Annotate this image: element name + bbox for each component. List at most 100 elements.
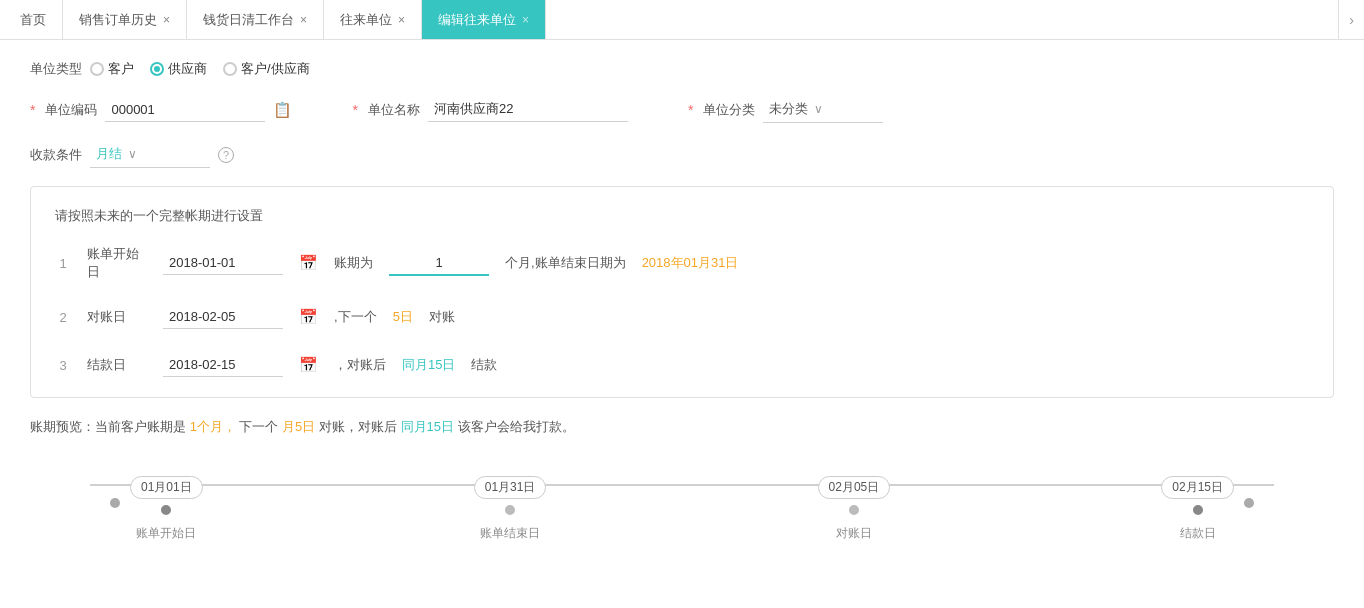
- timeline-label-1: 账单开始日: [136, 525, 196, 542]
- period-cal-icon-2[interactable]: 📅: [299, 308, 318, 326]
- timeline-node-1: 01月01日 账单开始日: [130, 476, 203, 542]
- radio-group: 客户 供应商 客户/供应商: [90, 60, 310, 78]
- unit-category-group: * 单位分类 未分类 ∨: [688, 96, 883, 123]
- period-row3-suffix: 结款: [471, 356, 497, 374]
- unit-name-star: *: [352, 102, 357, 118]
- tab-edit-partner-label: 编辑往来单位: [438, 11, 516, 29]
- unit-category-value: 未分类: [769, 100, 808, 118]
- timeline-node-3: 02月05日 对账日: [818, 476, 891, 542]
- tab-sales-history-label: 销售订单历史: [79, 11, 157, 29]
- payment-terms-label: 收款条件: [30, 146, 82, 164]
- timeline-nodes: 01月01日 账单开始日 01月31日 账单结束日 02月05日 对账日 02月…: [70, 476, 1294, 542]
- timeline-start-cap: [110, 498, 120, 508]
- radio-both-label: 客户/供应商: [241, 60, 310, 78]
- tab-cash-work[interactable]: 钱货日清工作台 ×: [187, 0, 324, 39]
- period-box: 请按照未来的一个完整帐期进行设置 1 账单开始日 📅 账期为 个月,账单结束日期…: [30, 186, 1334, 398]
- period-row-3: 3 结款日 📅 ，对账后 同月15日 结款: [55, 353, 1309, 377]
- unit-code-label: 单位编码: [45, 101, 97, 119]
- period-row-2: 2 对账日 📅 ,下一个 5日 对账: [55, 305, 1309, 329]
- unit-category-arrow: ∨: [814, 102, 823, 116]
- period-date-input-2[interactable]: [163, 305, 283, 329]
- unit-code-icon[interactable]: 📋: [273, 101, 292, 119]
- unit-type-row: 单位类型 客户 供应商 客户/供应商: [30, 60, 1334, 78]
- payment-terms-select[interactable]: 月结 ∨: [90, 141, 210, 168]
- unit-name-group: * 单位名称: [352, 98, 627, 122]
- period-num-3: 3: [55, 358, 71, 373]
- unit-type-label: 单位类型: [30, 60, 82, 78]
- period-num-2: 2: [55, 310, 71, 325]
- period-row2-highlight: 5日: [393, 308, 413, 326]
- period-row3-prefix: ，对账后: [334, 356, 386, 374]
- period-title: 请按照未来的一个完整帐期进行设置: [55, 207, 1309, 225]
- period-field-label-1: 账单开始日: [87, 245, 147, 281]
- preview-middle: 下一个: [239, 419, 278, 434]
- tab-sales-history[interactable]: 销售订单历史 ×: [63, 0, 187, 39]
- radio-customer-circle: [90, 62, 104, 76]
- preview-highlight2: 月5日: [282, 419, 315, 434]
- main-content: 单位类型 客户 供应商 客户/供应商 * 单位编码: [0, 40, 1364, 608]
- timeline-dot-1: [161, 505, 171, 515]
- period-cal-icon-1[interactable]: 📅: [299, 254, 318, 272]
- payment-terms-help-icon[interactable]: ?: [218, 147, 234, 163]
- payment-terms-value: 月结: [96, 145, 122, 163]
- unit-category-label: 单位分类: [703, 101, 755, 119]
- tab-home[interactable]: 首页: [0, 0, 63, 39]
- period-row1-prefix: 账期为: [334, 254, 373, 272]
- unit-category-select[interactable]: 未分类 ∨: [763, 96, 883, 123]
- timeline-label-4: 结款日: [1180, 525, 1216, 542]
- tab-cash-work-label: 钱货日清工作台: [203, 11, 294, 29]
- unit-name-input[interactable]: [428, 98, 628, 122]
- period-field-label-2: 对账日: [87, 308, 147, 326]
- preview-highlight3: 同月15日: [401, 419, 454, 434]
- period-row3-highlight: 同月15日: [402, 356, 455, 374]
- preview-prefix: 账期预览：当前客户账期是: [30, 419, 186, 434]
- radio-customer-label: 客户: [108, 60, 134, 78]
- payment-terms-group: 收款条件 月结 ∨ ?: [30, 141, 234, 168]
- radio-both-circle: [223, 62, 237, 76]
- payment-terms-arrow: ∨: [128, 147, 137, 161]
- timeline-node-4: 02月15日 结款日: [1161, 476, 1234, 542]
- tab-partner-units[interactable]: 往来单位 ×: [324, 0, 422, 39]
- period-date-input-1[interactable]: [163, 251, 283, 275]
- period-num-1: 1: [55, 256, 71, 271]
- tab-partner-units-close[interactable]: ×: [398, 13, 405, 27]
- tab-partner-units-label: 往来单位: [340, 11, 392, 29]
- period-date-input-3[interactable]: [163, 353, 283, 377]
- tab-edit-partner[interactable]: 编辑往来单位 ×: [422, 0, 546, 39]
- timeline-date-4: 02月15日: [1161, 476, 1234, 499]
- timeline-label-2: 账单结束日: [480, 525, 540, 542]
- unit-code-input[interactable]: [105, 98, 265, 122]
- radio-both[interactable]: 客户/供应商: [223, 60, 310, 78]
- timeline-label-3: 对账日: [836, 525, 872, 542]
- unit-details-row: * 单位编码 📋 * 单位名称 * 单位分类 未分类 ∨: [30, 96, 1334, 123]
- tab-edit-partner-close[interactable]: ×: [522, 13, 529, 27]
- tab-cash-work-close[interactable]: ×: [300, 13, 307, 27]
- period-row2-prefix: ,下一个: [334, 308, 377, 326]
- timeline-end-cap: [1244, 498, 1254, 508]
- unit-category-star: *: [688, 102, 693, 118]
- timeline-date-2: 01月31日: [474, 476, 547, 499]
- period-cal-icon-3[interactable]: 📅: [299, 356, 318, 374]
- radio-supplier-label: 供应商: [168, 60, 207, 78]
- preview-suffix: 该客户会给我打款。: [458, 419, 575, 434]
- tab-sales-history-close[interactable]: ×: [163, 13, 170, 27]
- payment-terms-row: 收款条件 月结 ∨ ?: [30, 141, 1334, 168]
- timeline-date-1: 01月01日: [130, 476, 203, 499]
- radio-customer[interactable]: 客户: [90, 60, 134, 78]
- tabs-bar: 首页 销售订单历史 × 钱货日清工作台 × 往来单位 × 编辑往来单位 × ›: [0, 0, 1364, 40]
- unit-code-star: *: [30, 102, 35, 118]
- preview-highlight1: 1个月，: [190, 419, 236, 434]
- tabs-overflow-arrow[interactable]: ›: [1338, 0, 1364, 39]
- period-months-input[interactable]: [389, 251, 489, 276]
- timeline-dot-4: [1193, 505, 1203, 515]
- timeline-wrapper: 01月01日 账单开始日 01月31日 账单结束日 02月05日 对账日 02月…: [30, 456, 1334, 582]
- period-row-1: 1 账单开始日 📅 账期为 个月,账单结束日期为 2018年01月31日: [55, 245, 1309, 281]
- period-field-label-3: 结款日: [87, 356, 147, 374]
- radio-supplier[interactable]: 供应商: [150, 60, 207, 78]
- period-row1-suffix: 个月,账单结束日期为: [505, 254, 626, 272]
- period-end-date: 2018年01月31日: [642, 254, 739, 272]
- unit-type-group: 单位类型 客户 供应商 客户/供应商: [30, 60, 310, 78]
- timeline-dot-2: [505, 505, 515, 515]
- tab-home-label: 首页: [20, 11, 46, 29]
- unit-code-group: * 单位编码 📋: [30, 98, 292, 122]
